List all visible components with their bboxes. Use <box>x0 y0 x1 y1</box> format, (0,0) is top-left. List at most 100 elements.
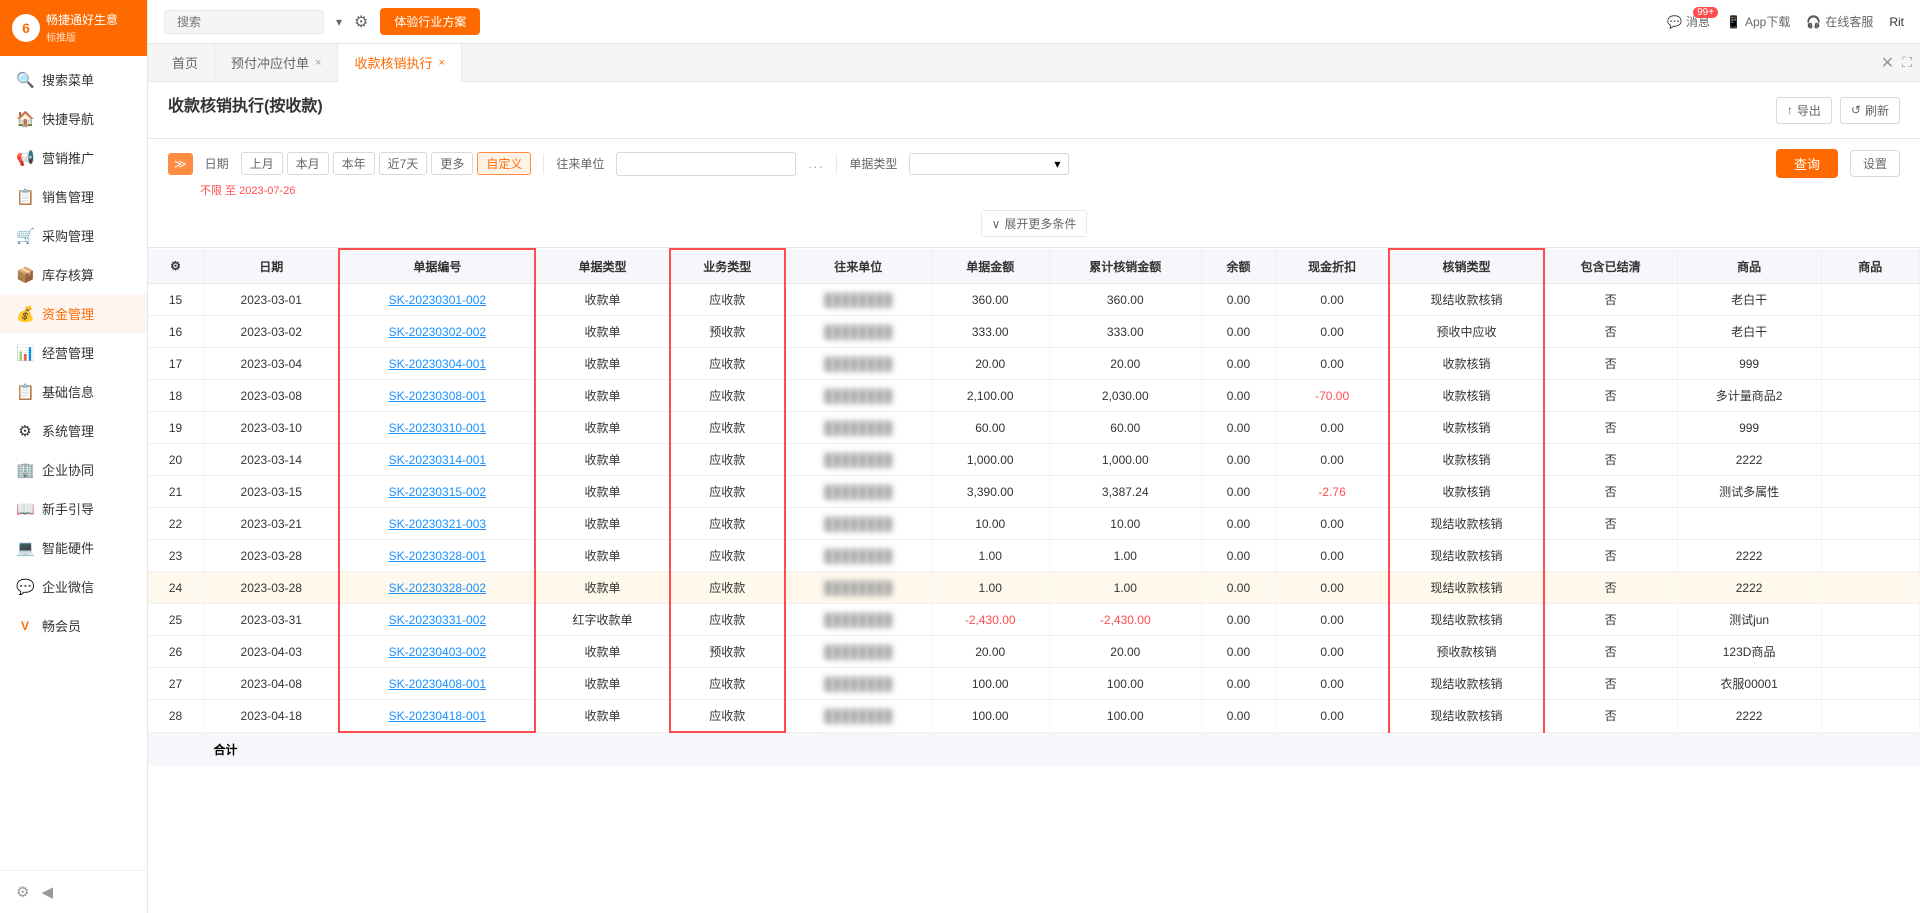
cell-cash-discount: 0.00 <box>1275 540 1389 572</box>
last-month-btn[interactable]: 上月 <box>241 152 283 175</box>
sidebar-item-inventory[interactable]: 📦 库存核算 <box>0 255 147 294</box>
sidebar-item-corp[interactable]: 🏢 企业协同 <box>0 450 147 489</box>
cell-goods: 999 <box>1677 412 1821 444</box>
filter-expand-btn[interactable]: ≫ <box>168 153 193 175</box>
sidebar-item-finance[interactable]: 💰 资金管理 <box>0 294 147 333</box>
cell-doc-no[interactable]: SK-20230310-001 <box>339 412 535 444</box>
messages-button[interactable]: 💬 消息 99+ <box>1667 13 1710 30</box>
sidebar-item-quick[interactable]: 🏠 快捷导航 <box>0 99 147 138</box>
cell-include-settled: 否 <box>1544 700 1678 733</box>
cell-doc-no[interactable]: SK-20230302-002 <box>339 316 535 348</box>
dropdown-trigger[interactable]: ▾ <box>336 15 342 29</box>
filter-bar: ≫ 日期 上月 本月 本年 近7天 更多 自定义 往来单位 ... 单据类型 <box>148 139 1920 248</box>
settings-icon[interactable]: ⚙ <box>16 883 29 901</box>
cell-doc-no[interactable]: SK-20230314-001 <box>339 444 535 476</box>
cell-doc-no[interactable]: SK-20230315-002 <box>339 476 535 508</box>
expand-more-btn[interactable]: ∨ 展开更多条件 <box>981 210 1088 237</box>
window-expand-icon[interactable]: ⛶ <box>1902 54 1912 71</box>
cell-doc-no[interactable]: SK-20230418-001 <box>339 700 535 733</box>
cell-doc-no[interactable]: SK-20230328-002 <box>339 572 535 604</box>
cell-balance: 0.00 <box>1202 668 1276 700</box>
cell-biz-type: 应收款 <box>670 540 785 572</box>
cell-total-offset: -2,430.00 <box>1049 604 1202 636</box>
last-7days-btn[interactable]: 近7天 <box>379 152 428 175</box>
cell-goods: 999 <box>1677 348 1821 380</box>
cell-counterpart: ████████ <box>785 604 932 636</box>
cell-doc-no[interactable]: SK-20230308-001 <box>339 380 535 412</box>
sidebar-item-basic[interactable]: 📋 基础信息 <box>0 372 147 411</box>
sidebar-logo: 6 畅捷通好生意 标推版 <box>0 0 147 56</box>
sidebar-item-label: 企业协同 <box>42 460 94 479</box>
refresh-button[interactable]: ↺ 刷新 <box>1840 97 1900 124</box>
cell-doc-no[interactable]: SK-20230331-002 <box>339 604 535 636</box>
query-button[interactable]: 查询 <box>1776 149 1838 178</box>
sidebar-item-hardware[interactable]: 💻 智能硬件 <box>0 528 147 567</box>
sidebar-item-sales[interactable]: 📋 销售管理 <box>0 177 147 216</box>
cell-doc-no[interactable]: SK-20230304-001 <box>339 348 535 380</box>
logo-badge: 标推版 <box>46 29 118 44</box>
cell-include-settled: 否 <box>1544 636 1678 668</box>
cell-doc-no[interactable]: SK-20230403-002 <box>339 636 535 668</box>
sidebar-item-guide[interactable]: 📖 新手引导 <box>0 489 147 528</box>
solution-button[interactable]: 体验行业方案 <box>380 8 480 35</box>
sidebar-item-system[interactable]: ⚙ 系统管理 <box>0 411 147 450</box>
counterpart-input[interactable] <box>616 152 796 176</box>
cell-doc-no[interactable]: SK-20230321-003 <box>339 508 535 540</box>
more-date-btn[interactable]: 更多 <box>431 152 473 175</box>
date-quick-btns: 上月 本月 本年 近7天 更多 自定义 <box>241 152 532 175</box>
cell-goods2 <box>1821 668 1920 700</box>
cell-balance: 0.00 <box>1202 540 1276 572</box>
voucher-type-select[interactable]: ▾ <box>909 153 1069 175</box>
cell-date: 2023-03-10 <box>204 412 340 444</box>
wechat-icon: 💬 <box>16 578 34 596</box>
cell-goods: 多计量商品2 <box>1677 380 1821 412</box>
user-name[interactable]: Rit <box>1889 15 1904 29</box>
cell-doc-no[interactable]: SK-20230301-002 <box>339 284 535 316</box>
cell-offset-type: 现结收款核销 <box>1389 572 1543 604</box>
cell-goods2 <box>1821 508 1920 540</box>
cell-cash-discount: 0.00 <box>1275 412 1389 444</box>
cell-doc-no[interactable]: SK-20230408-001 <box>339 668 535 700</box>
col-settings[interactable]: ⚙ <box>148 249 204 284</box>
sidebar-item-search[interactable]: 🔍 搜索菜单 <box>0 60 147 99</box>
app-download-button[interactable]: 📱 App下载 <box>1726 13 1790 30</box>
collapse-icon[interactable]: ◀ <box>41 883 53 901</box>
sidebar-item-wechat[interactable]: 💬 企业微信 <box>0 567 147 606</box>
table-row: 19 2023-03-10 SK-20230310-001 收款单 应收款 ██… <box>148 412 1920 444</box>
custom-date-btn[interactable]: 自定义 <box>477 152 531 175</box>
system-icon: ⚙ <box>16 422 34 440</box>
corp-icon: 🏢 <box>16 461 34 479</box>
cell-include-settled: 否 <box>1544 444 1678 476</box>
export-button[interactable]: ↑ 导出 <box>1776 97 1832 124</box>
sidebar-item-business[interactable]: 📊 经营管理 <box>0 333 147 372</box>
tab-collection-close[interactable]: × <box>438 57 444 69</box>
cell-counterpart: ████████ <box>785 348 932 380</box>
sidebar-item-purchase[interactable]: 🛒 采购管理 <box>0 216 147 255</box>
tab-payable-label: 预付冲应付单 <box>231 53 309 72</box>
sidebar-item-label: 快捷导航 <box>42 109 94 128</box>
cell-counterpart: ████████ <box>785 380 932 412</box>
sidebar-item-member[interactable]: V 畅会员 <box>0 606 147 645</box>
footer-empty <box>148 732 204 766</box>
this-month-btn[interactable]: 本月 <box>287 152 329 175</box>
sidebar-item-label: 新手引导 <box>42 499 94 518</box>
sidebar-item-marketing[interactable]: 📢 营销推广 <box>0 138 147 177</box>
filter-setting-btn[interactable]: 设置 <box>1850 150 1900 177</box>
online-service-button[interactable]: 🎧 在线客服 <box>1806 13 1873 30</box>
tab-collection[interactable]: 收款核销执行 × <box>338 44 461 82</box>
basic-icon: 📋 <box>16 383 34 401</box>
cell-total-offset: 1.00 <box>1049 540 1202 572</box>
cell-goods2 <box>1821 284 1920 316</box>
search-input[interactable] <box>164 10 324 34</box>
gear-icon[interactable]: ⚙ <box>354 12 368 32</box>
tab-home[interactable]: 首页 <box>156 44 215 82</box>
sidebar-item-label: 采购管理 <box>42 226 94 245</box>
message-icon: 💬 <box>1667 15 1682 29</box>
cell-doc-no[interactable]: SK-20230328-001 <box>339 540 535 572</box>
this-year-btn[interactable]: 本年 <box>333 152 375 175</box>
window-close-icon[interactable]: ✕ <box>1881 53 1894 73</box>
cell-goods: 老白干 <box>1677 316 1821 348</box>
cell-biz-type: 应收款 <box>670 700 785 733</box>
tab-payable-close[interactable]: × <box>315 57 321 69</box>
tab-payable[interactable]: 预付冲应付单 × <box>215 44 338 82</box>
